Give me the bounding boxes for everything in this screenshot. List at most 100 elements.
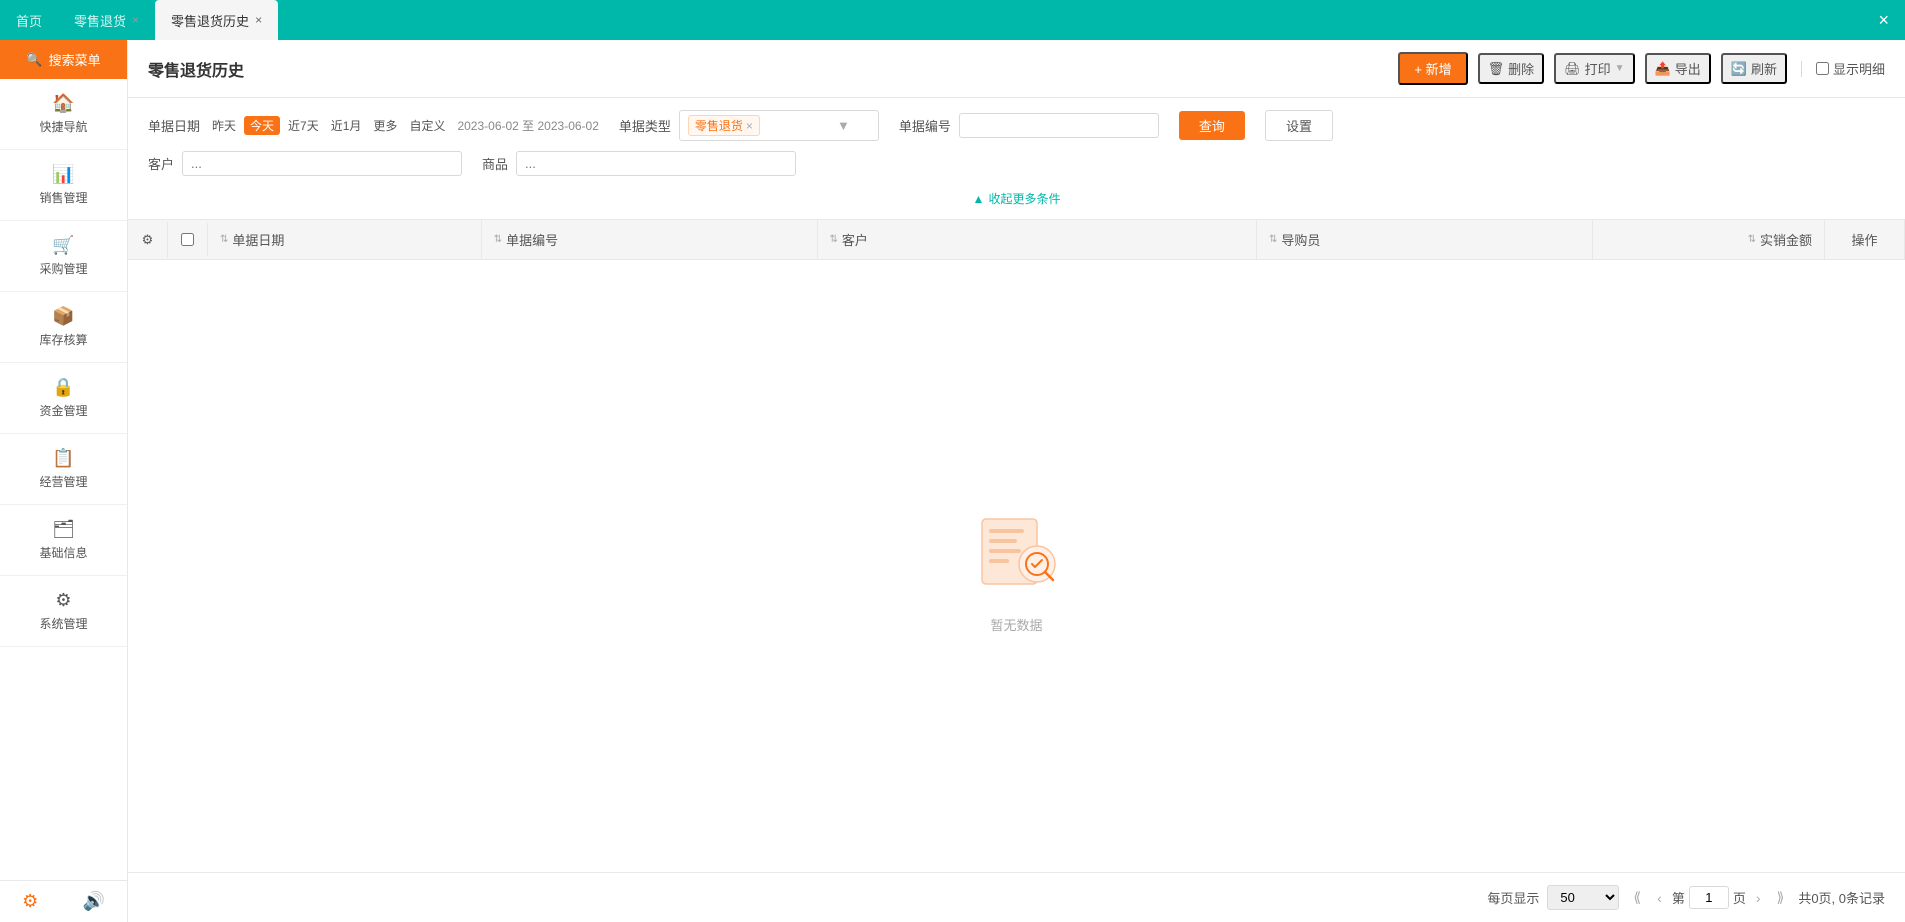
sidebar-item-finance[interactable]: 🔒 资金管理 (0, 363, 127, 434)
filter-doc-no: 单据编号 (899, 113, 1159, 138)
page-number-input[interactable] (1689, 886, 1729, 909)
filter-area: 单据日期 昨天 今天 近7天 近1月 更多 自定义 2023-06-02 至 2… (128, 98, 1905, 220)
sort-guide-icon[interactable]: ⇅ (1269, 234, 1277, 245)
sidebar-item-quicknav-label: 快捷导航 (39, 118, 87, 135)
date-range-value: 2023-06-02 至 2023-06-02 (457, 117, 598, 134)
sort-date-icon[interactable]: ⇅ (220, 234, 228, 245)
sidebar-item-sales[interactable]: 📊 销售管理 (0, 150, 127, 221)
sort-docno-icon[interactable]: ⇅ (494, 234, 502, 245)
tab-retail-return-label: 零售退货 (74, 11, 126, 30)
doc-no-input[interactable] (959, 113, 1159, 138)
goods-input[interactable] (516, 151, 796, 176)
refresh-icon: 🔄 (1731, 61, 1747, 77)
sidebar-item-purchase[interactable]: 🛒 采购管理 (0, 221, 127, 292)
tab-retail-return[interactable]: 零售退货 × (58, 0, 155, 40)
top-bar-close-area: × (1878, 10, 1905, 31)
finance-icon: 🔒 (52, 377, 74, 398)
show-detail-checkbox[interactable] (1816, 62, 1829, 75)
th-guide: ⇅ 导购员 (1257, 220, 1593, 259)
query-button[interactable]: 查询 (1179, 111, 1245, 140)
select-all-checkbox[interactable] (181, 233, 194, 246)
customer-input[interactable] (182, 151, 462, 176)
app-close-icon[interactable]: × (1878, 10, 1889, 30)
basic-info-icon: 🗂 (52, 519, 75, 540)
sidebar-item-system[interactable]: ⚙ 系统管理 (0, 576, 127, 647)
sidebar-item-quicknav[interactable]: 🏠 快捷导航 (0, 79, 127, 150)
th-checkbox[interactable] (168, 223, 208, 256)
sales-icon: 📊 (52, 164, 74, 185)
export-icon: 📤 (1655, 61, 1671, 77)
tab-retail-return-history-label: 零售退货历史 (171, 11, 249, 30)
th-customer-label: 客户 (842, 230, 868, 249)
per-page-label: 每页显示 (1487, 888, 1539, 907)
sidebar-item-purchase-label: 采购管理 (39, 260, 87, 277)
collapse-up-icon: ▲ (973, 192, 985, 206)
date-btn-yesterday[interactable]: 昨天 (208, 116, 240, 135)
inventory-icon: 📦 (52, 306, 74, 327)
operations-icon: 📋 (52, 448, 74, 469)
date-btn-1month[interactable]: 近1月 (327, 116, 366, 135)
type-chevron-icon: ▼ (837, 118, 850, 133)
header-divider (1801, 61, 1802, 77)
date-btn-today[interactable]: 今天 (244, 116, 280, 135)
main-layout: 🔍 搜索菜单 🏠 快捷导航 📊 销售管理 🛒 采购管理 📦 库存核算 🔒 (0, 40, 1905, 922)
sort-amount-icon[interactable]: ⇅ (1748, 234, 1756, 245)
th-amount-label: 实销金额 (1760, 230, 1812, 249)
content-area: 零售退货历史 + 新增 🗑 删除 🖨 打印 ▼ 📤 导出 (128, 40, 1905, 922)
tab-home-label: 首页 (16, 11, 42, 30)
sidebar-item-basic-info[interactable]: 🗂 基础信息 (0, 505, 127, 576)
show-detail-checkbox-label[interactable]: 显示明细 (1816, 59, 1885, 78)
export-button[interactable]: 📤 导出 (1645, 53, 1711, 84)
purchase-icon: 🛒 (52, 235, 74, 256)
sidebar-item-sales-label: 销售管理 (39, 189, 87, 206)
next-page-btn[interactable]: › (1750, 887, 1767, 909)
sidebar-search[interactable]: 🔍 搜索菜单 (0, 40, 127, 79)
last-page-btn[interactable]: ⟫ (1771, 886, 1791, 909)
collapse-button[interactable]: ▲ 收起更多条件 (973, 190, 1061, 207)
filter-row-2: 客户 商品 (148, 151, 1885, 176)
tab-list: 首页 零售退货 × 零售退货历史 × (0, 0, 1878, 40)
first-page-btn[interactable]: ⟪ (1627, 886, 1647, 909)
per-page-select[interactable]: 50 100 200 (1547, 885, 1619, 910)
th-docno-label: 单据编号 (506, 230, 558, 249)
sort-customer-icon[interactable]: ⇅ (830, 234, 838, 245)
th-settings[interactable]: ⚙ (128, 222, 168, 258)
tab-home[interactable]: 首页 (0, 0, 58, 40)
date-btn-7days[interactable]: 近7天 (284, 116, 323, 135)
volume-footer-icon[interactable]: 🔊 (82, 891, 104, 912)
new-button[interactable]: + 新增 (1398, 52, 1467, 85)
collapse-row: ▲ 收起更多条件 (148, 186, 1885, 207)
type-tag-close[interactable]: × (746, 119, 753, 133)
search-icon: 🔍 (26, 52, 42, 68)
export-button-label: 导出 (1675, 59, 1701, 78)
type-select[interactable]: 零售退货 × ▼ (679, 110, 879, 141)
page-title: 零售退货历史 (148, 57, 244, 81)
th-date: ⇅ 单据日期 (208, 220, 482, 259)
sidebar-item-operations-label: 经营管理 (39, 473, 87, 490)
date-btn-custom[interactable]: 自定义 (405, 116, 449, 135)
refresh-button[interactable]: 🔄 刷新 (1721, 53, 1787, 84)
sidebar-item-finance-label: 资金管理 (39, 402, 87, 419)
empty-icon (967, 499, 1067, 599)
filter-goods: 商品 (482, 151, 796, 176)
sidebar-item-operations[interactable]: 📋 经营管理 (0, 434, 127, 505)
tab-retail-return-close[interactable]: × (132, 13, 139, 27)
settings-footer-icon[interactable]: ⚙ (22, 891, 38, 912)
filter-customer: 客户 (148, 151, 462, 176)
sidebar-item-inventory[interactable]: 📦 库存核算 (0, 292, 127, 363)
page-info: 第 页 (1672, 886, 1746, 909)
sidebar-item-inventory-label: 库存核算 (39, 331, 87, 348)
tab-retail-return-history-close[interactable]: × (255, 13, 262, 27)
date-label: 单据日期 (148, 116, 200, 135)
page-unit: 页 (1733, 888, 1746, 907)
filter-row-1: 单据日期 昨天 今天 近7天 近1月 更多 自定义 2023-06-02 至 2… (148, 110, 1885, 141)
date-btn-more[interactable]: 更多 (369, 116, 401, 135)
settings-button[interactable]: 设置 (1265, 110, 1333, 141)
delete-button[interactable]: 🗑 删除 (1478, 53, 1545, 84)
print-chevron-icon: ▼ (1615, 63, 1625, 74)
print-button[interactable]: 🖨 打印 ▼ (1554, 53, 1634, 84)
prev-page-btn[interactable]: ‹ (1651, 887, 1668, 909)
sidebar: 🔍 搜索菜单 🏠 快捷导航 📊 销售管理 🛒 采购管理 📦 库存核算 🔒 (0, 40, 128, 922)
tab-retail-return-history[interactable]: 零售退货历史 × (155, 0, 278, 40)
collapse-label: 收起更多条件 (988, 190, 1060, 207)
